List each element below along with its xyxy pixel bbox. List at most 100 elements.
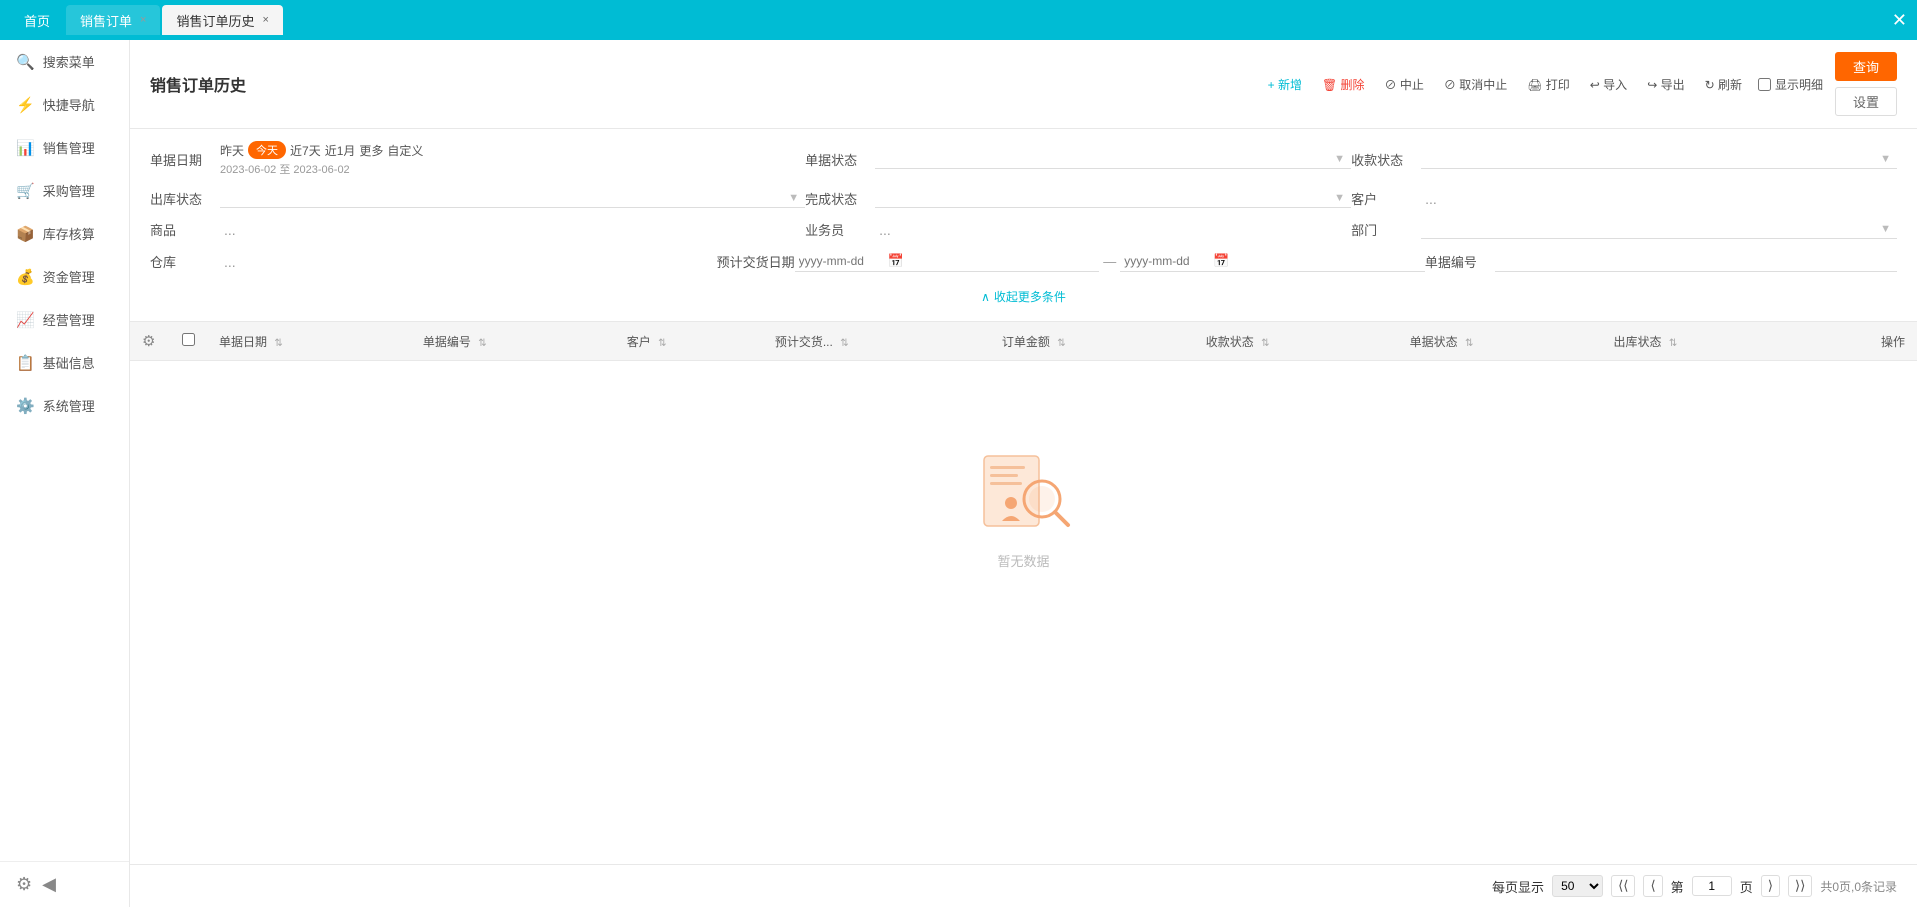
data-table: ⚙ 单据日期 ⇅ 单据编号 ⇅ — [130, 322, 1917, 630]
complete-status-select[interactable]: ▼ — [875, 189, 1351, 208]
warehouse-label: 仓库 — [150, 252, 220, 271]
salesperson-label: 业务员 — [805, 220, 875, 239]
print-button[interactable]: 🖨 打印 — [1523, 74, 1574, 95]
date-yesterday-btn[interactable]: 昨天 — [220, 142, 244, 159]
date-1month-btn[interactable]: 近1月 — [325, 142, 356, 159]
window-close-button[interactable]: ✕ — [1892, 10, 1907, 31]
table-col-order-status[interactable]: 单据状态 ⇅ — [1398, 322, 1602, 361]
warehouse-sort-icon: ⇅ — [1669, 338, 1677, 349]
delivery-date-from-wrap: 📅 — [795, 251, 1100, 272]
table-col-amount-label: 订单金额 — [1002, 335, 1050, 349]
filter-group-customer: 客户 ... — [1351, 189, 1897, 208]
filter-group-order-number: 单据编号 — [1425, 251, 1897, 272]
table-header: ⚙ 单据日期 ⇅ 单据编号 ⇅ — [130, 322, 1917, 361]
sidebar-item-purchase[interactable]: 🛒 采购管理 — [0, 169, 129, 212]
empty-state: 暂无数据 — [130, 361, 1917, 630]
last-page-button[interactable]: ⟩⟩ — [1788, 875, 1812, 897]
delivery-date-from-input[interactable] — [795, 251, 885, 271]
sidebar-item-search[interactable]: 🔍 搜索菜单 — [0, 40, 129, 83]
table-col-date[interactable]: 单据日期 ⇅ — [207, 322, 411, 361]
sidebar-item-operations-label: 经营管理 — [43, 310, 95, 329]
table-col-payment-status[interactable]: 收款状态 ⇅ — [1194, 322, 1398, 361]
department-chevron: ▼ — [1880, 223, 1891, 235]
order-number-input[interactable] — [1495, 251, 1897, 272]
show-detail-checkbox-label[interactable]: 显示明细 — [1758, 76, 1823, 93]
export-button[interactable]: ↪ 导出 — [1643, 74, 1688, 95]
filter-row-2: 出库状态 ▼ 完成状态 ▼ 客户 ... — [150, 189, 1897, 208]
table-col-delivery[interactable]: 预计交货... ⇅ — [763, 322, 990, 361]
table-col-number[interactable]: 单据编号 ⇅ — [411, 322, 615, 361]
collapse-row[interactable]: ∧ 收起更多条件 — [150, 284, 1897, 309]
delivery-date-to-input[interactable] — [1120, 251, 1210, 271]
top-bar-right: ✕ — [1892, 10, 1907, 31]
department-select[interactable]: ▼ — [1421, 220, 1897, 239]
warehouse-dots[interactable]: ... — [224, 254, 236, 270]
order-number-label: 单据编号 — [1425, 252, 1495, 271]
tab-sales-order-history[interactable]: 销售订单历史 × — [162, 5, 282, 35]
operations-icon: 📈 — [16, 311, 35, 329]
delivery-date-from-calendar-icon[interactable]: 📅 — [885, 253, 907, 269]
settings-button[interactable]: 设置 — [1835, 87, 1897, 116]
table-col-customer[interactable]: 客户 ⇅ — [615, 322, 763, 361]
tab-sales-order-history-close[interactable]: × — [262, 14, 268, 26]
new-button[interactable]: + 新增 — [1264, 74, 1306, 95]
tab-sales-order[interactable]: 销售订单 × — [66, 5, 160, 35]
quick-nav-icon: ⚡ — [16, 96, 35, 114]
table-col-payment-status-label: 收款状态 — [1206, 335, 1254, 349]
sidebar-settings-icon[interactable]: ⚙ — [16, 874, 32, 895]
table-col-number-label: 单据编号 — [423, 335, 471, 349]
show-detail-checkbox[interactable] — [1758, 78, 1771, 91]
date-today-btn[interactable]: 今天 — [248, 141, 286, 159]
payment-status-select[interactable]: ▼ — [1421, 150, 1897, 169]
first-page-button[interactable]: ⟨⟨ — [1611, 875, 1635, 897]
sidebar-item-sales[interactable]: 📊 销售管理 — [0, 126, 129, 169]
table-col-amount[interactable]: 订单金额 ⇅ — [990, 322, 1194, 361]
date-custom-btn[interactable]: 自定义 — [387, 142, 423, 159]
complete-status-label: 完成状态 — [805, 189, 875, 208]
tab-sales-order-history-label: 销售订单历史 — [176, 11, 254, 30]
filter-group-complete-status: 完成状态 ▼ — [805, 189, 1351, 208]
sidebar-item-inventory[interactable]: 📦 库存核算 — [0, 212, 129, 255]
sidebar-item-quick-nav[interactable]: ⚡ 快捷导航 — [0, 83, 129, 126]
delivery-date-to-calendar-icon[interactable]: 📅 — [1210, 253, 1232, 269]
next-page-button[interactable]: ⟩ — [1761, 875, 1780, 897]
sidebar-item-search-label: 搜索菜单 — [43, 52, 95, 71]
delete-button[interactable]: 🗑 删除 — [1318, 74, 1369, 95]
filter-group-goods: 商品 ... — [150, 220, 805, 239]
query-button[interactable]: 查询 — [1835, 52, 1897, 81]
sidebar-item-system-label: 系统管理 — [43, 396, 95, 415]
page-number-input[interactable] — [1692, 876, 1732, 896]
sidebar-collapse-icon[interactable]: ◀ — [42, 874, 56, 895]
goods-label: 商品 — [150, 220, 220, 239]
table-col-customer-label: 客户 — [627, 335, 651, 349]
page-title: 销售订单历史 — [150, 72, 246, 108]
page-size-select[interactable]: 20 50 100 — [1552, 875, 1603, 897]
goods-dots[interactable]: ... — [224, 222, 236, 238]
table-col-warehouse-status[interactable]: 出库状态 ⇅ — [1602, 322, 1806, 361]
tab-sales-order-label: 销售订单 — [80, 11, 132, 30]
tab-home[interactable]: 首页 — [10, 5, 64, 35]
date-7days-btn[interactable]: 近7天 — [290, 142, 321, 159]
select-all-checkbox[interactable] — [182, 333, 195, 346]
refresh-button[interactable]: ↻ 刷新 — [1701, 74, 1746, 95]
customer-dots[interactable]: ... — [1425, 191, 1437, 207]
page-unit-label: 页 — [1740, 877, 1753, 896]
sidebar-item-basic-info[interactable]: 📋 基础信息 — [0, 341, 129, 384]
stop-button[interactable]: ⊘ 中止 — [1381, 74, 1428, 95]
table-area: ⚙ 单据日期 ⇅ 单据编号 ⇅ — [130, 322, 1917, 864]
warehouse-status-select[interactable]: ▼ — [220, 189, 805, 208]
system-icon: ⚙️ — [16, 397, 35, 415]
sidebar-item-system[interactable]: ⚙️ 系统管理 — [0, 384, 129, 427]
import-button[interactable]: ↩ 导入 — [1586, 74, 1631, 95]
sidebar-item-operations[interactable]: 📈 经营管理 — [0, 298, 129, 341]
date-more-btn[interactable]: 更多 — [359, 142, 383, 159]
salesperson-dots[interactable]: ... — [879, 222, 891, 238]
tab-sales-order-close[interactable]: × — [140, 14, 146, 26]
basic-info-icon: 📋 — [16, 354, 35, 372]
cancel-stop-button[interactable]: ⊘ 取消中止 — [1440, 74, 1511, 95]
table-settings-icon[interactable]: ⚙ — [142, 333, 155, 350]
table-col-settings[interactable]: ⚙ — [130, 322, 170, 361]
prev-page-button[interactable]: ⟨ — [1643, 875, 1662, 897]
order-status-select[interactable]: ▼ — [875, 150, 1351, 169]
sidebar-item-finance[interactable]: 💰 资金管理 — [0, 255, 129, 298]
